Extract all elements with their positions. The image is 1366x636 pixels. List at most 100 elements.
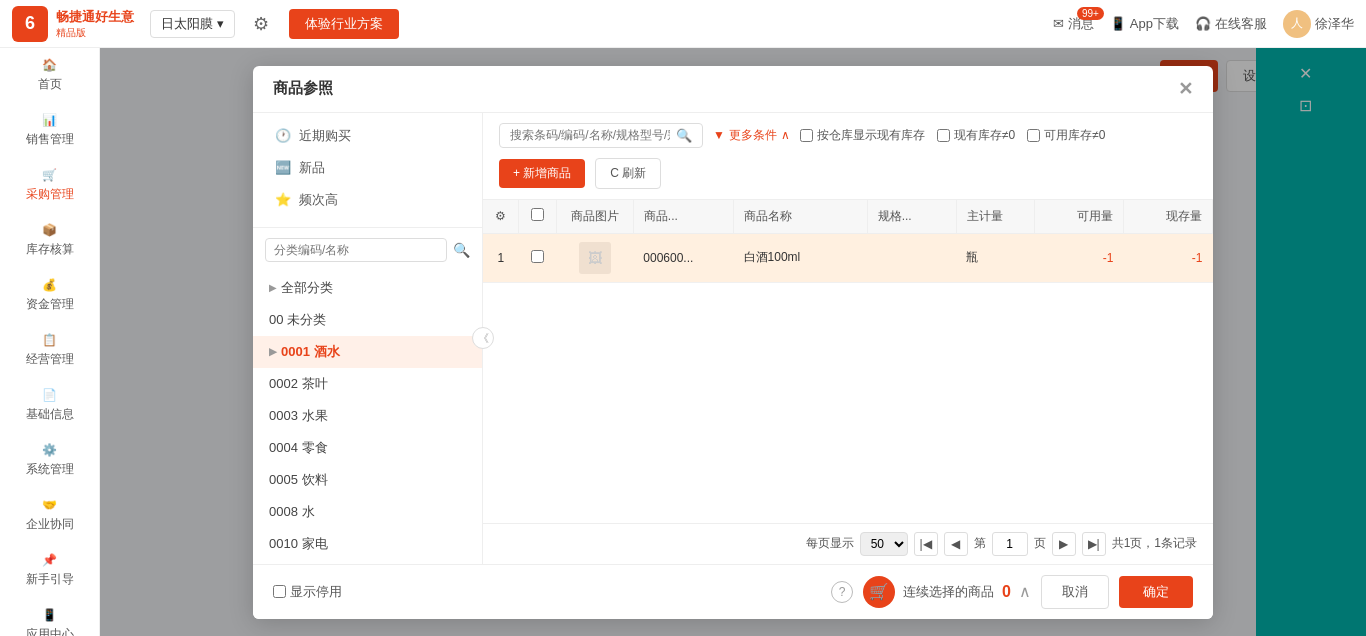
guide-icon: 📌 <box>42 553 57 567</box>
page-size-select[interactable]: 50 <box>860 532 908 556</box>
tab-frequent[interactable]: ⭐ 频次高 <box>265 185 470 215</box>
tab-recent[interactable]: 🕐 近期购买 <box>265 121 470 151</box>
product-image: 🖼 <box>579 242 611 274</box>
cart-area: 🛒 连续选择的商品 0 ∧ <box>863 576 1031 608</box>
category-0004[interactable]: 0004 零食 <box>253 432 482 464</box>
collapse-panel-btn[interactable]: 《 <box>472 327 494 349</box>
sidebar-item-guide[interactable]: 📌 新手引导 <box>0 543 99 598</box>
show-disabled-checkbox[interactable] <box>273 585 286 598</box>
appcenter-icon: 📱 <box>42 608 57 622</box>
home-icon: 🏠 <box>42 58 57 72</box>
sidebar-item-home[interactable]: 🏠 首页 <box>0 48 99 103</box>
col-unit[interactable]: 主计量 <box>956 200 1034 234</box>
chevron-up-icon: ∧ <box>781 128 790 142</box>
last-page-btn[interactable]: ▶| <box>1082 532 1106 556</box>
user-profile[interactable]: 人 徐泽华 <box>1283 10 1354 38</box>
system-icon: ⚙️ <box>42 443 57 457</box>
category-0001[interactable]: ▶ 0001 酒水 <box>253 336 482 368</box>
row-checkbox[interactable] <box>531 250 544 263</box>
next-page-btn[interactable]: ▶ <box>1052 532 1076 556</box>
sidebar-item-inventory[interactable]: 📦 库存核算 <box>0 213 99 268</box>
modal-title: 商品参照 <box>273 79 333 98</box>
row-name: 白酒100ml <box>734 233 868 282</box>
sidebar-item-finance[interactable]: 💰 资金管理 <box>0 268 99 323</box>
row-checkbox-cell[interactable] <box>519 233 557 282</box>
settings-icon[interactable]: ⚙ <box>245 8 277 40</box>
modal-close-btn[interactable]: ✕ <box>1178 78 1193 100</box>
prev-page-btn[interactable]: ◀ <box>944 532 968 556</box>
right-panel-content: 🔍 ▼ 更多条件 ∧ 按仓库显示现有库存 <box>483 113 1213 564</box>
sidebar-item-enterprise[interactable]: 🤝 企业协同 <box>0 488 99 543</box>
category-search-input[interactable] <box>265 238 447 262</box>
star-icon: ⭐ <box>275 192 291 207</box>
left-panel-tabs: 🕐 近期购买 🆕 新品 ⭐ 频次高 <box>253 113 482 223</box>
check-all-input[interactable] <box>531 208 544 221</box>
category-0003[interactable]: 0003 水果 <box>253 400 482 432</box>
operations-icon: 📋 <box>42 333 57 347</box>
category-0010[interactable]: 0010 家电 <box>253 528 482 560</box>
nav-right: ✉ 消息 99+ 📱 App下载 🎧 在线客服 人 徐泽华 <box>1053 10 1354 38</box>
col-available[interactable]: 可用量 <box>1034 200 1123 234</box>
cart-icon[interactable]: 🛒 <box>863 576 895 608</box>
table-header: ⚙ 商品图片 商品... 商品名称 规格... 主计量 可用量 现存量 <box>483 200 1213 234</box>
messages-btn[interactable]: ✉ 消息 99+ <box>1053 15 1094 33</box>
sidebar-item-basic[interactable]: 📄 基础信息 <box>0 378 99 433</box>
category-00[interactable]: 00 未分类 <box>253 304 482 336</box>
logo-area: 6 畅捷通好生意 精品版 <box>12 6 134 42</box>
row-image-cell: 🖼 <box>556 233 633 282</box>
sidebar-item-sales[interactable]: 📊 销售管理 <box>0 103 99 158</box>
org-selector[interactable]: 日太阳膜 ▾ <box>150 10 235 38</box>
checkbox-available-input[interactable] <box>1027 129 1040 142</box>
confirm-btn[interactable]: 确定 <box>1119 576 1193 608</box>
content-area: 查询 设置 刷新 ✕ ⊡ 商品参照 ✕ <box>100 48 1366 636</box>
category-search-icon[interactable]: 🔍 <box>453 242 470 258</box>
checkbox-stock-nonzero[interactable]: 现有库存≠0 <box>937 127 1015 144</box>
checkbox-group: 按仓库显示现有库存 现有库存≠0 可用库存≠0 <box>800 127 1106 144</box>
sidebar-item-system[interactable]: ⚙️ 系统管理 <box>0 433 99 488</box>
col-product-code[interactable]: 商品... <box>633 200 733 234</box>
modal-header: 商品参照 ✕ <box>253 66 1213 113</box>
checkbox-available-nonzero[interactable]: 可用库存≠0 <box>1027 127 1105 144</box>
checkbox-warehouse[interactable]: 按仓库显示现有库存 <box>800 127 925 144</box>
page-input[interactable] <box>992 532 1028 556</box>
pagination: 每页显示 50 |◀ ◀ 第 页 ▶ ▶| 共1页，1条记录 <box>483 523 1213 564</box>
product-search-input[interactable] <box>510 128 670 142</box>
refresh-table-btn[interactable]: C 刷新 <box>595 158 661 189</box>
sidebar-item-purchase[interactable]: 🛒 采购管理 <box>0 158 99 213</box>
col-product-image: 商品图片 <box>556 200 633 234</box>
sidebar-item-operations[interactable]: 📋 经营管理 <box>0 323 99 378</box>
checkbox-stock-input[interactable] <box>937 129 950 142</box>
table-row[interactable]: 1 🖼 000600... 白酒100ml 瓶 <box>483 233 1213 282</box>
checkbox-warehouse-input[interactable] <box>800 129 813 142</box>
message-icon: ✉ <box>1053 16 1064 31</box>
category-0008[interactable]: 0008 水 <box>253 496 482 528</box>
category-all[interactable]: ▶ 全部分类 <box>253 272 482 304</box>
tab-new[interactable]: 🆕 新品 <box>265 153 470 183</box>
filter-btn[interactable]: ▼ 更多条件 ∧ <box>713 127 790 144</box>
category-0002[interactable]: 0002 茶叶 <box>253 368 482 400</box>
category-0005[interactable]: 0005 饮料 <box>253 464 482 496</box>
arrow-icon-0001: ▶ <box>269 346 277 357</box>
row-stock: -1 <box>1123 233 1212 282</box>
help-icon[interactable]: ? <box>831 581 853 603</box>
cancel-btn[interactable]: 取消 <box>1041 575 1109 609</box>
topnav: 6 畅捷通好生意 精品版 日太阳膜 ▾ ⚙ 体验行业方案 ✉ 消息 99+ 📱 … <box>0 0 1366 48</box>
app-download-btn[interactable]: 📱 App下载 <box>1110 15 1179 33</box>
chevron-up-icon[interactable]: ∧ <box>1019 582 1031 601</box>
search-icon[interactable]: 🔍 <box>676 128 692 143</box>
first-page-btn[interactable]: |◀ <box>914 532 938 556</box>
col-stock[interactable]: 现存量 <box>1123 200 1212 234</box>
col-check-all[interactable] <box>519 200 557 234</box>
product-reference-modal: 商品参照 ✕ 🕐 近期购买 🆕 <box>253 66 1213 619</box>
category-search: 🔍 <box>253 232 482 268</box>
trial-btn[interactable]: 体验行业方案 <box>289 9 399 39</box>
row-code: 000600... <box>633 233 733 282</box>
modal-overlay: 商品参照 ✕ 🕐 近期购买 🆕 <box>100 48 1366 636</box>
add-product-btn[interactable]: + 新增商品 <box>499 159 585 188</box>
col-product-name[interactable]: 商品名称 <box>734 200 868 234</box>
sidebar-item-appcenter[interactable]: 📱 应用中心 <box>0 598 99 636</box>
purchase-icon: 🛒 <box>42 168 57 182</box>
online-service-btn[interactable]: 🎧 在线客服 <box>1195 15 1267 33</box>
col-spec[interactable]: 规格... <box>867 200 956 234</box>
col-settings-icon[interactable]: ⚙ <box>483 200 519 234</box>
